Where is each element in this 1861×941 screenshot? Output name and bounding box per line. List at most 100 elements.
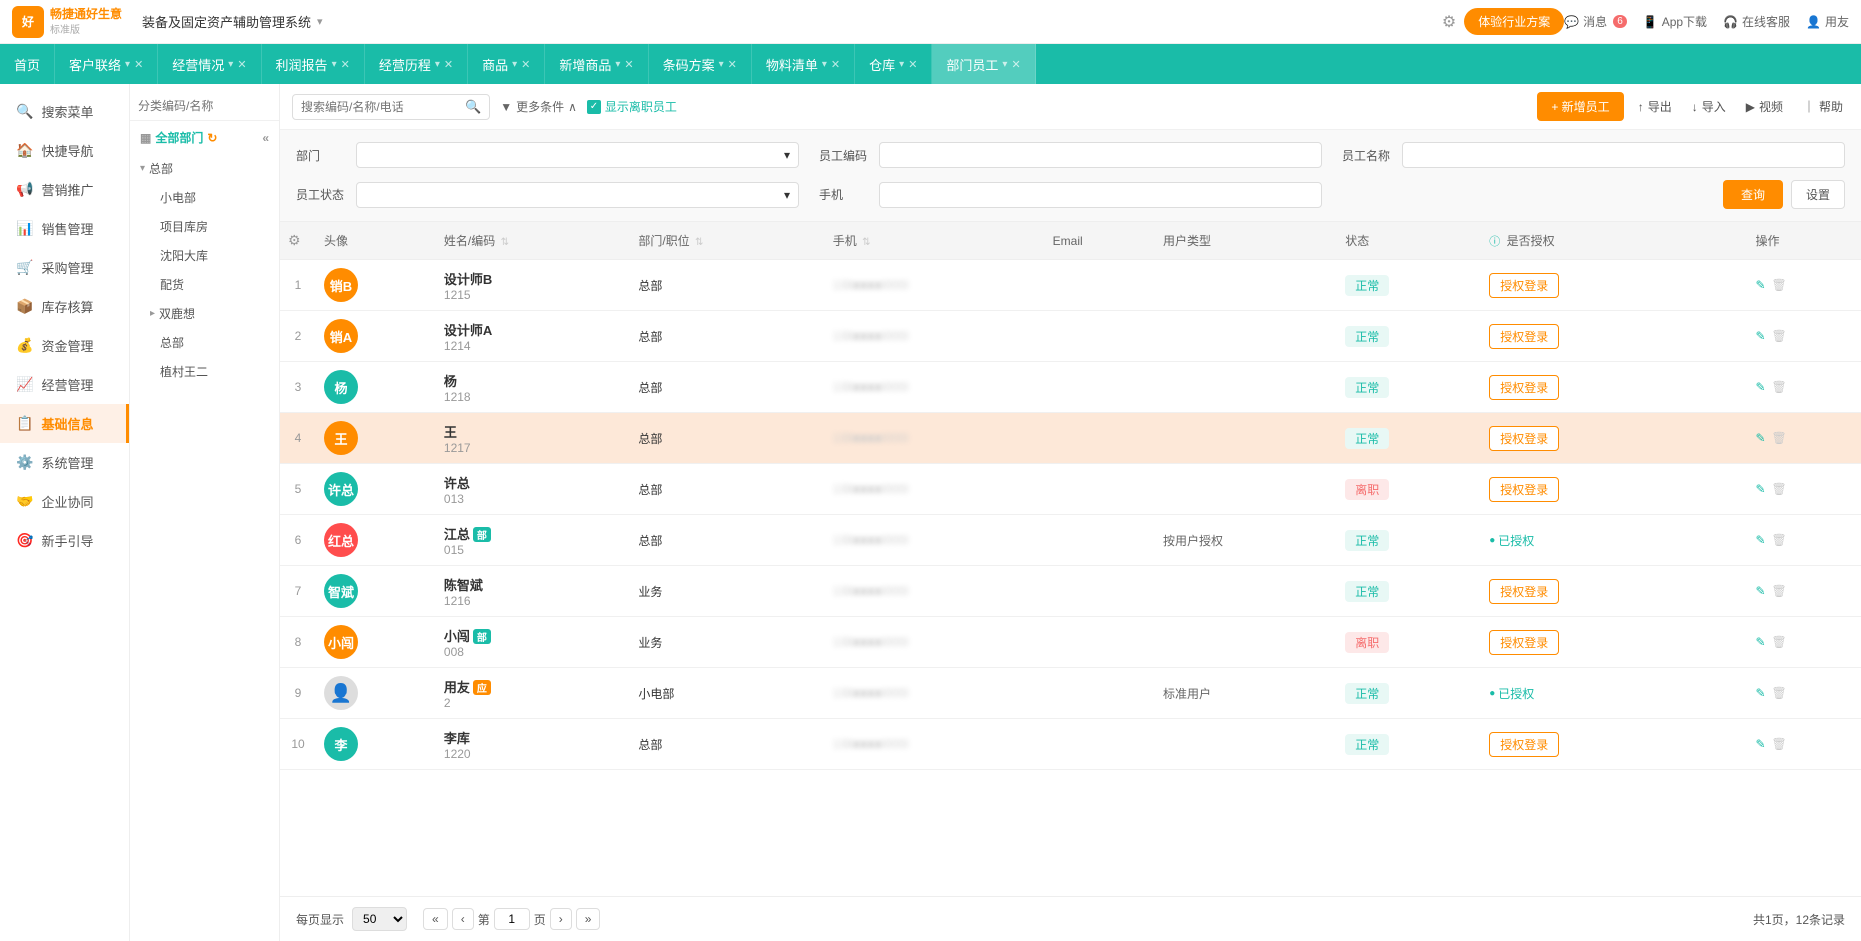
show-resign-checkbox[interactable]: ✓ 显示离职员工 <box>587 98 677 115</box>
edit-button[interactable]: ✎ <box>1755 482 1765 496</box>
delete-button[interactable]: 🗑 <box>1772 329 1787 343</box>
tree-item-zongbu[interactable]: ▾ 总部 <box>130 154 279 183</box>
sidebar-item-quicknav[interactable]: 🏠 快捷导航 <box>0 131 129 170</box>
sidebar-item-system[interactable]: ⚙️ 系统管理 <box>0 443 129 482</box>
auth-button[interactable]: 授权登录 <box>1489 477 1559 502</box>
nav-tab-home[interactable]: 首页 <box>0 44 55 84</box>
delete-button[interactable]: 🗑 <box>1772 533 1787 547</box>
dept-select[interactable]: ▾ <box>356 142 799 168</box>
tab-close-icon[interactable]: ✕ <box>624 58 633 71</box>
nav-tab-new-goods[interactable]: 新增商品 ▾ ✕ <box>545 44 648 84</box>
all-dept-label[interactable]: 全部部门 <box>155 129 203 146</box>
collapse-icon[interactable]: « <box>262 131 269 145</box>
first-page-button[interactable]: « <box>423 908 448 930</box>
search-input[interactable] <box>301 100 461 114</box>
delete-button[interactable]: 🗑 <box>1772 380 1787 394</box>
nav-tab-profit[interactable]: 利润报告 ▾ ✕ <box>262 44 365 84</box>
delete-button[interactable]: 🗑 <box>1772 278 1787 292</box>
edit-button[interactable]: ✎ <box>1755 686 1765 700</box>
nav-tab-bom[interactable]: 物料清单 ▾ ✕ <box>752 44 855 84</box>
delete-button[interactable]: 🗑 <box>1772 584 1787 598</box>
tree-item-zhicun[interactable]: 植村王二 <box>130 357 279 386</box>
column-settings-icon[interactable]: ⚙ <box>288 232 301 248</box>
tree-search-input[interactable] <box>138 99 280 113</box>
more-filter-button[interactable]: ▼ 更多条件 ∧ <box>500 98 577 115</box>
tree-item-peihuo[interactable]: 配货 <box>130 270 279 299</box>
nav-tab-customer[interactable]: 客户联络 ▾ ✕ <box>55 44 158 84</box>
auth-button[interactable]: 授权登录 <box>1489 732 1559 757</box>
next-page-button[interactable]: › <box>550 908 572 930</box>
nav-tab-barcode[interactable]: 条码方案 ▾ ✕ <box>649 44 752 84</box>
sidebar-item-finance[interactable]: 💰 资金管理 <box>0 326 129 365</box>
tree-item-xiaodian[interactable]: 小电部 <box>130 183 279 212</box>
tab-close-icon[interactable]: ✕ <box>728 58 737 71</box>
edit-button[interactable]: ✎ <box>1755 431 1765 445</box>
sidebar-item-inventory[interactable]: 📦 库存核算 <box>0 287 129 326</box>
sidebar-item-guide[interactable]: 🎯 新手引导 <box>0 521 129 560</box>
delete-button[interactable]: 🗑 <box>1772 635 1787 649</box>
status-select[interactable]: ▾ <box>356 182 799 208</box>
online-service-button[interactable]: 🎧 在线客服 <box>1723 13 1790 30</box>
edit-button[interactable]: ✎ <box>1755 329 1765 343</box>
app-download-button[interactable]: 📱 App下载 <box>1643 13 1707 30</box>
tab-close-icon[interactable]: ✕ <box>1011 58 1020 71</box>
auth-button[interactable]: 授权登录 <box>1489 426 1559 451</box>
query-button[interactable]: 查询 <box>1723 180 1783 209</box>
tab-close-icon[interactable]: ✕ <box>134 58 143 71</box>
trial-button[interactable]: 体验行业方案 <box>1464 8 1564 35</box>
tab-close-icon[interactable]: ✕ <box>237 58 246 71</box>
auth-button[interactable]: 授权登录 <box>1489 579 1559 604</box>
tab-close-icon[interactable]: ✕ <box>444 58 453 71</box>
delete-button[interactable]: 🗑 <box>1772 431 1787 445</box>
sort-icon[interactable]: ⇅ <box>501 237 509 248</box>
sort-icon[interactable]: ⇅ <box>862 237 870 248</box>
help-button[interactable]: ｜ 帮助 <box>1797 94 1849 119</box>
sidebar-item-collab[interactable]: 🤝 企业协同 <box>0 482 129 521</box>
tab-close-icon[interactable]: ✕ <box>908 58 917 71</box>
sidebar-item-search[interactable]: 🔍 搜索菜单 <box>0 92 129 131</box>
tab-close-icon[interactable]: ✕ <box>341 58 350 71</box>
nav-tab-employee[interactable]: 部门员工 ▾ ✕ <box>932 44 1035 84</box>
export-button[interactable]: ↑ 导出 <box>1632 94 1678 119</box>
refresh-icon[interactable]: ↻ <box>207 131 217 145</box>
dropdown-arrow-icon[interactable]: ▾ <box>317 15 323 28</box>
user-menu-button[interactable]: 👤 用友 <box>1806 13 1849 30</box>
per-page-select[interactable]: 50 20 100 <box>352 907 407 931</box>
delete-button[interactable]: 🗑 <box>1772 737 1787 751</box>
tree-item-shenyang[interactable]: 沈阳大库 <box>130 241 279 270</box>
delete-button[interactable]: 🗑 <box>1772 482 1787 496</box>
video-button[interactable]: ▶ 视频 <box>1740 94 1789 119</box>
nav-tab-operation[interactable]: 经营情况 ▾ ✕ <box>158 44 261 84</box>
edit-button[interactable]: ✎ <box>1755 380 1765 394</box>
sidebar-item-sales[interactable]: 📊 销售管理 <box>0 209 129 248</box>
tree-item-shuanglu[interactable]: ▸ 双鹿想 <box>130 299 279 328</box>
edit-button[interactable]: ✎ <box>1755 635 1765 649</box>
prev-page-button[interactable]: ‹ <box>452 908 474 930</box>
message-button[interactable]: 💬 消息 6 <box>1564 13 1627 30</box>
tree-item-project[interactable]: 项目库房 <box>130 212 279 241</box>
last-page-button[interactable]: » <box>576 908 601 930</box>
auth-button[interactable]: 授权登录 <box>1489 273 1559 298</box>
edit-button[interactable]: ✎ <box>1755 737 1765 751</box>
gear-icon[interactable]: ⚙ <box>1442 12 1456 32</box>
sidebar-item-marketing[interactable]: 📢 营销推广 <box>0 170 129 209</box>
nav-tab-warehouse[interactable]: 仓库 ▾ ✕ <box>855 44 932 84</box>
nav-tab-goods[interactable]: 商品 ▾ ✕ <box>468 44 545 84</box>
tab-close-icon[interactable]: ✕ <box>521 58 530 71</box>
search-icon[interactable]: 🔍 <box>465 99 481 115</box>
page-number-input[interactable] <box>494 908 530 930</box>
employee-code-input[interactable] <box>879 142 1322 168</box>
auth-button[interactable]: 授权登录 <box>1489 375 1559 400</box>
tree-item-zongbu2[interactable]: 总部 <box>130 328 279 357</box>
employee-name-input[interactable] <box>1402 142 1845 168</box>
add-employee-button[interactable]: + 新增员工 <box>1537 92 1623 121</box>
set-button[interactable]: 设置 <box>1791 180 1845 209</box>
sidebar-item-basic-info[interactable]: 📋 基础信息 <box>0 404 129 443</box>
edit-button[interactable]: ✎ <box>1755 278 1765 292</box>
tab-close-icon[interactable]: ✕ <box>831 58 840 71</box>
edit-button[interactable]: ✎ <box>1755 533 1765 547</box>
import-button[interactable]: ↓ 导入 <box>1686 94 1732 119</box>
edit-button[interactable]: ✎ <box>1755 584 1765 598</box>
sidebar-item-purchase[interactable]: 🛒 采购管理 <box>0 248 129 287</box>
delete-button[interactable]: 🗑 <box>1772 686 1787 700</box>
